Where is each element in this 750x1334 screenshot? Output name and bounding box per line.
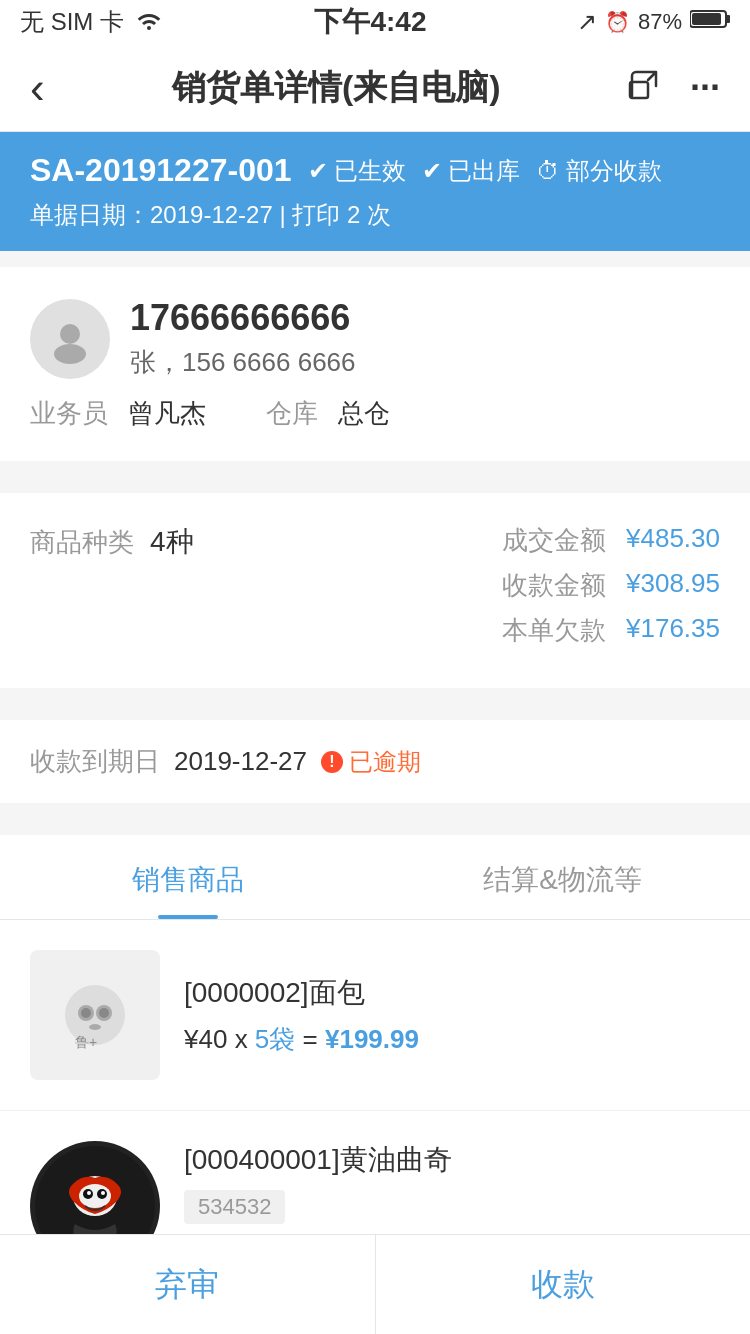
- product-1-name: [0000002]面包: [184, 974, 720, 1012]
- cancel-review-label: 弃审: [155, 1263, 219, 1307]
- bottom-bar: 弃审 收款: [0, 1234, 750, 1334]
- svg-point-10: [99, 1008, 109, 1018]
- collect-payment-label: 收款: [531, 1263, 595, 1307]
- svg-point-18: [87, 1191, 91, 1195]
- svg-point-9: [81, 1008, 91, 1018]
- wifi-icon: [134, 8, 164, 36]
- sales-label: 业务员: [30, 396, 108, 431]
- tabs-section: 销售商品 结算&物流等: [0, 835, 750, 920]
- tab-sales-products[interactable]: 销售商品: [0, 835, 375, 919]
- cancel-review-button[interactable]: 弃审: [0, 1235, 375, 1334]
- summary-section: 商品种类 4种 成交金额 ¥485.30 收款金额 ¥308.95 本单欠款 ¥…: [0, 493, 750, 688]
- product-1-unit-price: ¥40: [184, 1024, 227, 1054]
- svg-rect-2: [692, 13, 721, 25]
- tab-settlement[interactable]: 结算&物流等: [375, 835, 750, 919]
- order-meta: 单据日期：2019-12-27 | 打印 2 次: [30, 199, 720, 231]
- svg-point-19: [101, 1191, 105, 1195]
- owed-value: ¥176.35: [626, 613, 720, 648]
- due-date-value: 2019-12-27: [174, 746, 307, 777]
- status-badge-partial: ⏱ 部分收款: [536, 155, 662, 187]
- clock-icon: ⏱: [536, 157, 560, 185]
- battery-icon: [690, 9, 730, 35]
- customer-info: 业务员 曾凡杰 仓库 总仓: [30, 396, 720, 431]
- check-icon-2: ✔: [422, 157, 442, 185]
- overdue-badge: ! 已逾期: [321, 746, 421, 778]
- order-date: 单据日期：2019-12-27: [30, 201, 273, 228]
- product-1-price: ¥40 x 5袋 = ¥199.99: [184, 1022, 720, 1057]
- section-divider-1: [0, 461, 750, 477]
- customer-section: 17666666666 张，156 6666 6666 业务员 曾凡杰 仓库 总…: [0, 267, 750, 461]
- customer-phone: 17666666666: [130, 297, 356, 339]
- location-icon: ↗: [577, 8, 597, 36]
- product-1-qty: 5袋: [255, 1024, 295, 1054]
- overdue-dot-icon: !: [321, 751, 343, 773]
- svg-text:鲁+: 鲁+: [75, 1034, 97, 1050]
- owed-label: 本单欠款: [502, 613, 606, 648]
- due-section: 收款到期日 2019-12-27 ! 已逾期: [0, 720, 750, 803]
- customer-name: 张，156 6666 6666: [130, 345, 356, 380]
- amount-label: 成交金额: [502, 523, 606, 558]
- alarm-icon: ⏰: [605, 10, 630, 34]
- product-type-value: 4种: [150, 523, 194, 561]
- battery-text: 87%: [638, 9, 682, 35]
- order-print: 打印 2 次: [292, 201, 391, 228]
- product-1-image: 鲁+: [30, 950, 160, 1080]
- check-icon-1: ✔: [308, 157, 328, 185]
- nav-bar: ‹ 销货单详情(来自电脑) ···: [0, 44, 750, 132]
- tab-settlement-label: 结算&物流等: [483, 864, 642, 895]
- share-icon[interactable]: [628, 68, 660, 107]
- section-divider-3: [0, 803, 750, 819]
- order-id: SA-20191227-001: [30, 152, 292, 189]
- svg-point-11: [89, 1024, 101, 1030]
- product-item: 鲁+ [0000002]面包 ¥40 x 5袋 = ¥199.99: [0, 920, 750, 1111]
- overdue-text: 已逾期: [349, 746, 421, 778]
- status-bar: 无 SIM 卡 下午4:42 ↗ ⏰ 87%: [0, 0, 750, 44]
- amount-value: ¥485.30: [626, 523, 720, 558]
- warehouse-value: 总仓: [338, 396, 390, 431]
- tab-sales-products-label: 销售商品: [132, 864, 244, 895]
- more-icon[interactable]: ···: [690, 67, 720, 109]
- product-2-name: [000400001]黄油曲奇: [184, 1141, 720, 1179]
- product-2-tag: 534532: [184, 1190, 285, 1224]
- page-title: 销货单详情(来自电脑): [172, 65, 501, 111]
- sales-value: 曾凡杰: [128, 396, 206, 431]
- product-type-label: 商品种类: [30, 525, 134, 560]
- product-1-total: ¥199.99: [325, 1024, 419, 1054]
- customer-avatar: [30, 299, 110, 379]
- order-header: SA-20191227-001 ✔ 已生效 ✔ 已出库 ⏱ 部分收款 单据日期：…: [0, 132, 750, 251]
- received-label: 收款金额: [502, 568, 606, 603]
- carrier-text: 无 SIM 卡: [20, 6, 124, 38]
- warehouse-label: 仓库: [266, 396, 318, 431]
- received-value: ¥308.95: [626, 568, 720, 603]
- due-date-label: 收款到期日: [30, 744, 160, 779]
- collect-payment-button[interactable]: 收款: [375, 1235, 751, 1334]
- product-1-info: [0000002]面包 ¥40 x 5袋 = ¥199.99: [184, 974, 720, 1057]
- order-separator: |: [279, 201, 292, 228]
- svg-point-5: [54, 344, 86, 364]
- status-badge-shipped: ✔ 已出库: [422, 155, 520, 187]
- svg-point-4: [60, 324, 80, 344]
- svg-rect-1: [726, 15, 730, 23]
- back-button[interactable]: ‹: [30, 63, 45, 113]
- status-badge-active: ✔ 已生效: [308, 155, 406, 187]
- status-time: 下午4:42: [314, 3, 426, 41]
- section-divider-2: [0, 688, 750, 704]
